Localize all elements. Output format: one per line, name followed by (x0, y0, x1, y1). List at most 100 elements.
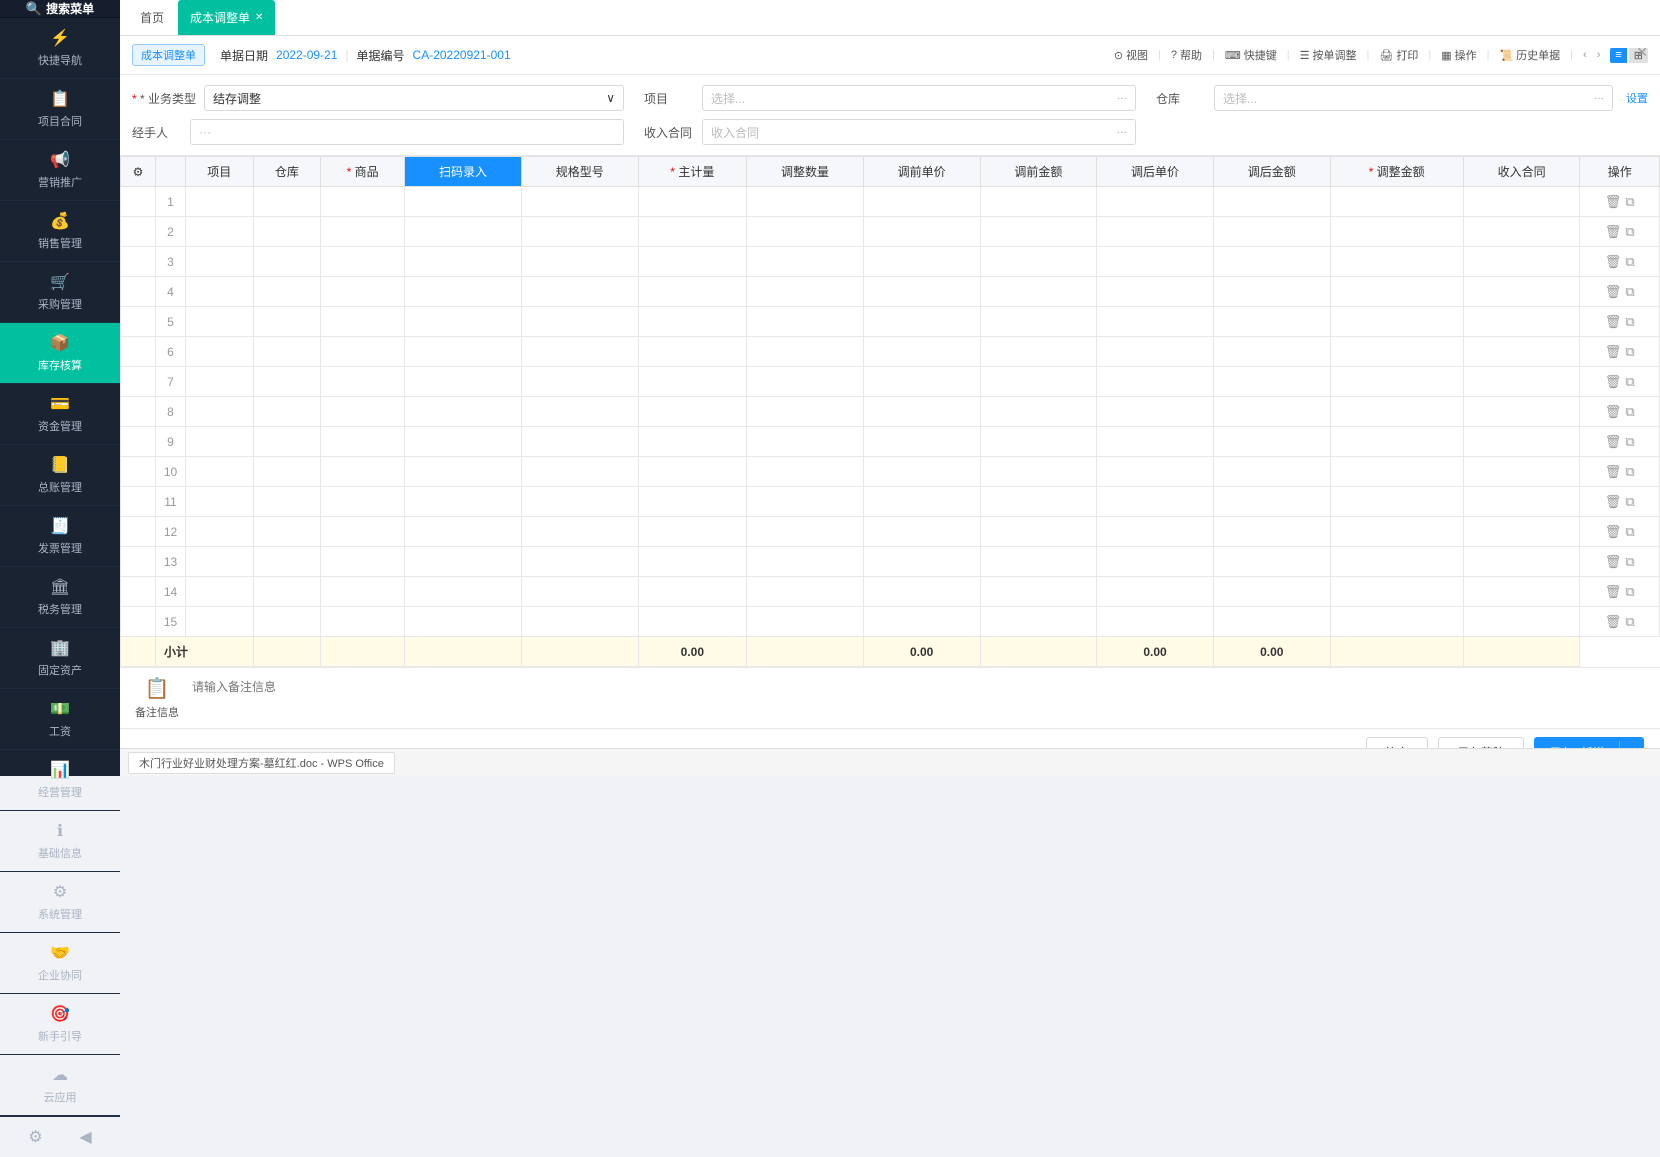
sidebar-item-payroll[interactable]: 💵工资 (0, 689, 120, 750)
row-product-13[interactable] (321, 547, 405, 577)
row-adj-amount-5[interactable] (1330, 307, 1463, 337)
row-scan-11[interactable] (405, 487, 522, 517)
row-prev-amount-6[interactable] (980, 337, 1097, 367)
row-spec-5[interactable] (521, 307, 638, 337)
row-warehouse-4[interactable] (253, 277, 321, 307)
settings-icon[interactable]: ⚙ (28, 1127, 42, 1147)
row-unit-12[interactable] (638, 517, 747, 547)
row-prev-amount-2[interactable] (980, 217, 1097, 247)
row-warehouse-7[interactable] (253, 367, 321, 397)
row-after-unit-price-12[interactable] (1097, 517, 1214, 547)
row-spec-6[interactable] (521, 337, 638, 367)
row-spec-9[interactable] (521, 427, 638, 457)
row-project-11[interactable] (186, 487, 254, 517)
row-adj-qty-1[interactable] (747, 187, 864, 217)
row-after-amount-13[interactable] (1213, 547, 1330, 577)
delete-icon-11[interactable]: 🗑 (1605, 494, 1622, 510)
delete-icon-12[interactable]: 🗑 (1605, 524, 1622, 540)
row-prev-amount-14[interactable] (980, 577, 1097, 607)
sidebar-item-tax-management[interactable]: 🏛税务管理 (0, 567, 120, 628)
row-product-6[interactable] (321, 337, 405, 367)
copy-icon-3[interactable]: ⧉ (1625, 254, 1634, 270)
row-adj-amount-2[interactable] (1330, 217, 1463, 247)
handler-select[interactable]: ··· (190, 119, 624, 145)
row-scan-9[interactable] (405, 427, 522, 457)
row-adj-qty-2[interactable] (747, 217, 864, 247)
row-product-15[interactable] (321, 607, 405, 637)
row-product-11[interactable] (321, 487, 405, 517)
row-unit-8[interactable] (638, 397, 747, 427)
row-product-8[interactable] (321, 397, 405, 427)
row-after-amount-7[interactable] (1213, 367, 1330, 397)
delete-icon-5[interactable]: 🗑 (1605, 314, 1622, 330)
delete-icon-1[interactable]: 🗑 (1605, 194, 1622, 210)
row-after-amount-10[interactable] (1213, 457, 1330, 487)
row-prev-unit-price-3[interactable] (863, 247, 980, 277)
sidebar-item-beginner-guide[interactable]: 🎯新手引导 (0, 994, 120, 1055)
row-unit-13[interactable] (638, 547, 747, 577)
row-unit-5[interactable] (638, 307, 747, 337)
row-project-3[interactable] (186, 247, 254, 277)
row-scan-7[interactable] (405, 367, 522, 397)
row-after-amount-8[interactable] (1213, 397, 1330, 427)
sidebar-item-quick-nav[interactable]: ⚡快捷导航 (0, 18, 120, 79)
row-after-unit-price-9[interactable] (1097, 427, 1214, 457)
row-product-9[interactable] (321, 427, 405, 457)
row-prev-amount-13[interactable] (980, 547, 1097, 577)
th-settings[interactable]: ⚙ (121, 157, 156, 187)
warehouse-select[interactable]: 选择... ··· (1214, 85, 1613, 111)
row-unit-6[interactable] (638, 337, 747, 367)
row-after-amount-6[interactable] (1213, 337, 1330, 367)
row-after-amount-1[interactable] (1213, 187, 1330, 217)
row-unit-9[interactable] (638, 427, 747, 457)
row-income-contract-6[interactable] (1463, 337, 1580, 367)
row-after-unit-price-14[interactable] (1097, 577, 1214, 607)
sidebar-item-cloud-app[interactable]: ☁云应用 (0, 1055, 120, 1116)
row-spec-11[interactable] (521, 487, 638, 517)
row-project-12[interactable] (186, 517, 254, 547)
delete-icon-14[interactable]: 🗑 (1605, 584, 1622, 600)
delete-icon-6[interactable]: 🗑 (1605, 344, 1622, 360)
row-prev-amount-1[interactable] (980, 187, 1097, 217)
row-adj-amount-10[interactable] (1330, 457, 1463, 487)
row-unit-1[interactable] (638, 187, 747, 217)
copy-icon-4[interactable]: ⧉ (1625, 284, 1634, 300)
row-prev-unit-price-10[interactable] (863, 457, 980, 487)
row-warehouse-13[interactable] (253, 547, 321, 577)
row-income-contract-9[interactable] (1463, 427, 1580, 457)
row-prev-amount-7[interactable] (980, 367, 1097, 397)
row-adj-qty-6[interactable] (747, 337, 864, 367)
row-income-contract-15[interactable] (1463, 607, 1580, 637)
row-scan-8[interactable] (405, 397, 522, 427)
copy-icon-8[interactable]: ⧉ (1625, 404, 1634, 420)
row-adj-amount-7[interactable] (1330, 367, 1463, 397)
view-action[interactable]: ⊙ 视图 (1114, 47, 1148, 63)
sidebar-item-inventory-calc[interactable]: 📦库存核算 (0, 323, 120, 384)
row-after-unit-price-15[interactable] (1097, 607, 1214, 637)
sidebar-item-fund-management[interactable]: 💳资金管理 (0, 384, 120, 445)
row-income-contract-5[interactable] (1463, 307, 1580, 337)
row-prev-unit-price-4[interactable] (863, 277, 980, 307)
row-scan-4[interactable] (405, 277, 522, 307)
row-prev-unit-price-6[interactable] (863, 337, 980, 367)
row-after-amount-14[interactable] (1213, 577, 1330, 607)
copy-icon-9[interactable]: ⧉ (1625, 434, 1634, 450)
row-spec-4[interactable] (521, 277, 638, 307)
tab-cost-adjust[interactable]: 成本调整单 ✕ (178, 0, 275, 35)
row-warehouse-11[interactable] (253, 487, 321, 517)
settings-link[interactable]: 设置 (1626, 90, 1648, 106)
next-record[interactable]: › (1597, 49, 1601, 61)
row-adj-qty-14[interactable] (747, 577, 864, 607)
row-project-5[interactable] (186, 307, 254, 337)
row-spec-7[interactable] (521, 367, 638, 397)
row-prev-amount-8[interactable] (980, 397, 1097, 427)
row-adj-qty-11[interactable] (747, 487, 864, 517)
row-spec-8[interactable] (521, 397, 638, 427)
row-project-13[interactable] (186, 547, 254, 577)
income-contract-select[interactable]: 收入合同 ··· (702, 119, 1136, 145)
copy-icon-1[interactable]: ⧉ (1625, 194, 1634, 210)
row-warehouse-1[interactable] (253, 187, 321, 217)
history-action[interactable]: 📜 历史单据 (1499, 47, 1560, 63)
row-product-14[interactable] (321, 577, 405, 607)
row-scan-13[interactable] (405, 547, 522, 577)
